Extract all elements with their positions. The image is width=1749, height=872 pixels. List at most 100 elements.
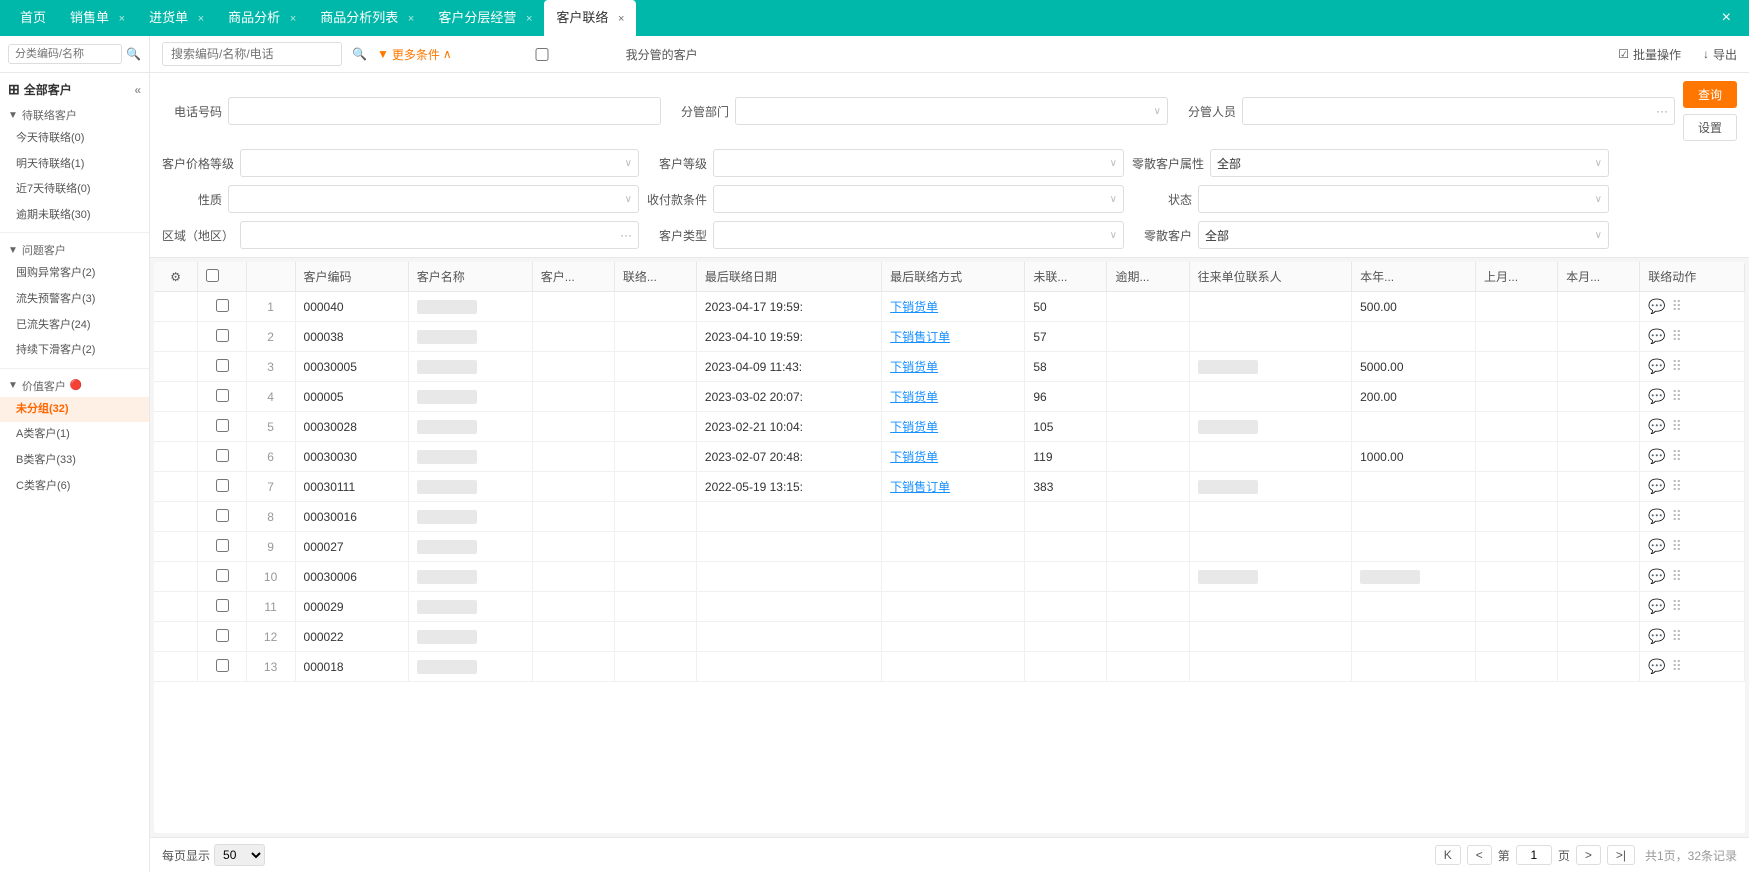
row-checkbox[interactable] (216, 299, 229, 312)
customer-level-select[interactable]: ∨ (713, 149, 1124, 177)
collapse-icon[interactable]: « (134, 83, 141, 97)
message-icon[interactable]: 💬 (1648, 598, 1665, 615)
tab-sales[interactable]: 销售单 × (58, 0, 137, 36)
row-checkbox[interactable] (216, 479, 229, 492)
search-btn[interactable]: 查询 (1683, 81, 1737, 108)
sidebar-item-class-b[interactable]: B类客户(33) (0, 448, 149, 474)
tab-customer-segment[interactable]: 客户分层经营 × (426, 0, 544, 36)
sidebar-item-7days[interactable]: 近7天待联络(0) (0, 177, 149, 203)
nature-select[interactable]: ∨ (228, 185, 639, 213)
reset-btn[interactable]: 设置 (1683, 114, 1737, 141)
tab-customer-contact[interactable]: 客户联络 × (544, 0, 636, 36)
th-this-year[interactable]: 本年... (1352, 262, 1476, 292)
close-goods-analysis-list-tab[interactable]: × (408, 13, 414, 25)
manager-select[interactable]: ··· (1242, 97, 1675, 125)
my-customers-checkbox-input[interactable] (462, 48, 622, 61)
more-icon[interactable]: ⠿ (1672, 298, 1682, 315)
th-overdue[interactable]: 逾期... (1107, 262, 1189, 292)
filter-search-icon[interactable]: 🔍 (352, 47, 367, 61)
method-link[interactable]: 下销货单 (890, 360, 938, 374)
search-input[interactable] (162, 42, 342, 66)
export-btn[interactable]: ↓ 导出 (1703, 46, 1737, 63)
more-icon[interactable]: ⠿ (1672, 388, 1682, 405)
method-link[interactable]: 下销售订单 (890, 480, 950, 494)
more-icon[interactable]: ⠿ (1672, 658, 1682, 675)
close-customer-segment-tab[interactable]: × (526, 13, 532, 25)
more-icon[interactable]: ⠿ (1672, 418, 1682, 435)
sidebar-search-input[interactable] (8, 44, 122, 64)
method-link[interactable]: 下销货单 (890, 450, 938, 464)
message-icon[interactable]: 💬 (1648, 568, 1665, 585)
method-link[interactable]: 下销货单 (890, 390, 938, 404)
batch-operation-btn[interactable]: ☑ 批量操作 (1618, 46, 1681, 63)
message-icon[interactable]: 💬 (1648, 478, 1665, 495)
method-link[interactable]: 下销售订单 (890, 330, 950, 344)
more-icon[interactable]: ⠿ (1672, 478, 1682, 495)
group-value-customers[interactable]: ▼ 价值客户 🔴 (0, 373, 149, 397)
home-tab[interactable]: 首页 (8, 0, 58, 36)
row-checkbox[interactable] (216, 629, 229, 642)
sidebar-item-today[interactable]: 今天待联络(0) (0, 126, 149, 152)
message-icon[interactable]: 💬 (1648, 538, 1665, 555)
select-all-checkbox[interactable] (206, 269, 219, 282)
th-settings[interactable]: ⚙ (154, 262, 198, 292)
th-company-contact[interactable]: 往来单位联系人 (1189, 262, 1352, 292)
sidebar-item-declining[interactable]: 持续下滑客户(2) (0, 338, 149, 364)
th-customer-name[interactable]: 客户名称 (408, 262, 532, 292)
close-goods-analysis-tab[interactable]: × (290, 13, 296, 25)
message-icon[interactable]: 💬 (1648, 388, 1665, 405)
page-size-select[interactable]: 50 20 100 (214, 844, 265, 866)
sidebar-item-overdue[interactable]: 逾期未联络(30) (0, 203, 149, 229)
retail-customer-select[interactable]: 全部 ∨ (1198, 221, 1609, 249)
price-level-select[interactable]: ∨ (240, 149, 639, 177)
method-link[interactable]: 下销货单 (890, 300, 938, 314)
more-icon[interactable]: ⠿ (1672, 628, 1682, 645)
message-icon[interactable]: 💬 (1648, 658, 1665, 675)
th-no-contact[interactable]: 未联... (1025, 262, 1107, 292)
tab-goods-analysis-list[interactable]: 商品分析列表 × (308, 0, 426, 36)
row-checkbox[interactable] (216, 329, 229, 342)
row-checkbox[interactable] (216, 449, 229, 462)
customer-type-select[interactable]: ∨ (713, 221, 1124, 249)
group-problem-customers[interactable]: ▼ 问题客户 (0, 237, 149, 261)
more-icon[interactable]: ⠿ (1672, 538, 1682, 555)
message-icon[interactable]: 💬 (1648, 358, 1665, 375)
th-customer-type[interactable]: 客户... (532, 262, 614, 292)
message-icon[interactable]: 💬 (1648, 628, 1665, 645)
all-customers-header[interactable]: ⊞ 全部客户 « (0, 73, 149, 102)
sidebar-search-icon[interactable]: 🔍 (126, 47, 141, 61)
th-contact[interactable]: 联络... (614, 262, 696, 292)
status-select[interactable]: ∨ (1198, 185, 1609, 213)
close-purchase-tab[interactable]: × (198, 13, 204, 25)
tab-goods-analysis[interactable]: 商品分析 × (216, 0, 308, 36)
tab-purchase[interactable]: 进货单 × (137, 0, 216, 36)
sidebar-item-unclassified[interactable]: 未分组(32) (0, 397, 149, 423)
row-checkbox[interactable] (216, 419, 229, 432)
sidebar-item-tomorrow[interactable]: 明天待联络(1) (0, 152, 149, 178)
row-checkbox[interactable] (216, 599, 229, 612)
phone-input[interactable] (228, 97, 661, 125)
th-this-month[interactable]: 本月... (1558, 262, 1640, 292)
message-icon[interactable]: 💬 (1648, 418, 1665, 435)
more-icon[interactable]: ⠿ (1672, 328, 1682, 345)
more-conditions-btn[interactable]: ▼ 更多条件 ∧ (377, 46, 452, 63)
more-icon[interactable]: ⠿ (1672, 448, 1682, 465)
more-icon[interactable]: ⠿ (1672, 598, 1682, 615)
window-close-button[interactable]: × (1712, 9, 1741, 27)
method-link[interactable]: 下销货单 (890, 420, 938, 434)
row-checkbox[interactable] (216, 569, 229, 582)
prev-page-btn[interactable]: < (1467, 845, 1492, 865)
first-page-btn[interactable]: K (1435, 845, 1461, 865)
row-checkbox[interactable] (216, 539, 229, 552)
th-last-contact-date[interactable]: 最后联络日期 (696, 262, 881, 292)
page-number-input[interactable] (1516, 845, 1552, 865)
next-page-btn[interactable]: > (1576, 845, 1601, 865)
row-checkbox[interactable] (216, 509, 229, 522)
th-customer-code[interactable]: 客户编码 (295, 262, 408, 292)
th-last-contact-method[interactable]: 最后联络方式 (882, 262, 1025, 292)
close-customer-contact-tab[interactable]: × (618, 13, 624, 25)
th-last-month[interactable]: 上月... (1476, 262, 1558, 292)
payment-select[interactable]: ∨ (713, 185, 1124, 213)
sidebar-item-class-a[interactable]: A类客户(1) (0, 422, 149, 448)
group-pending-contact[interactable]: ▼ 待联络客户 (0, 102, 149, 126)
